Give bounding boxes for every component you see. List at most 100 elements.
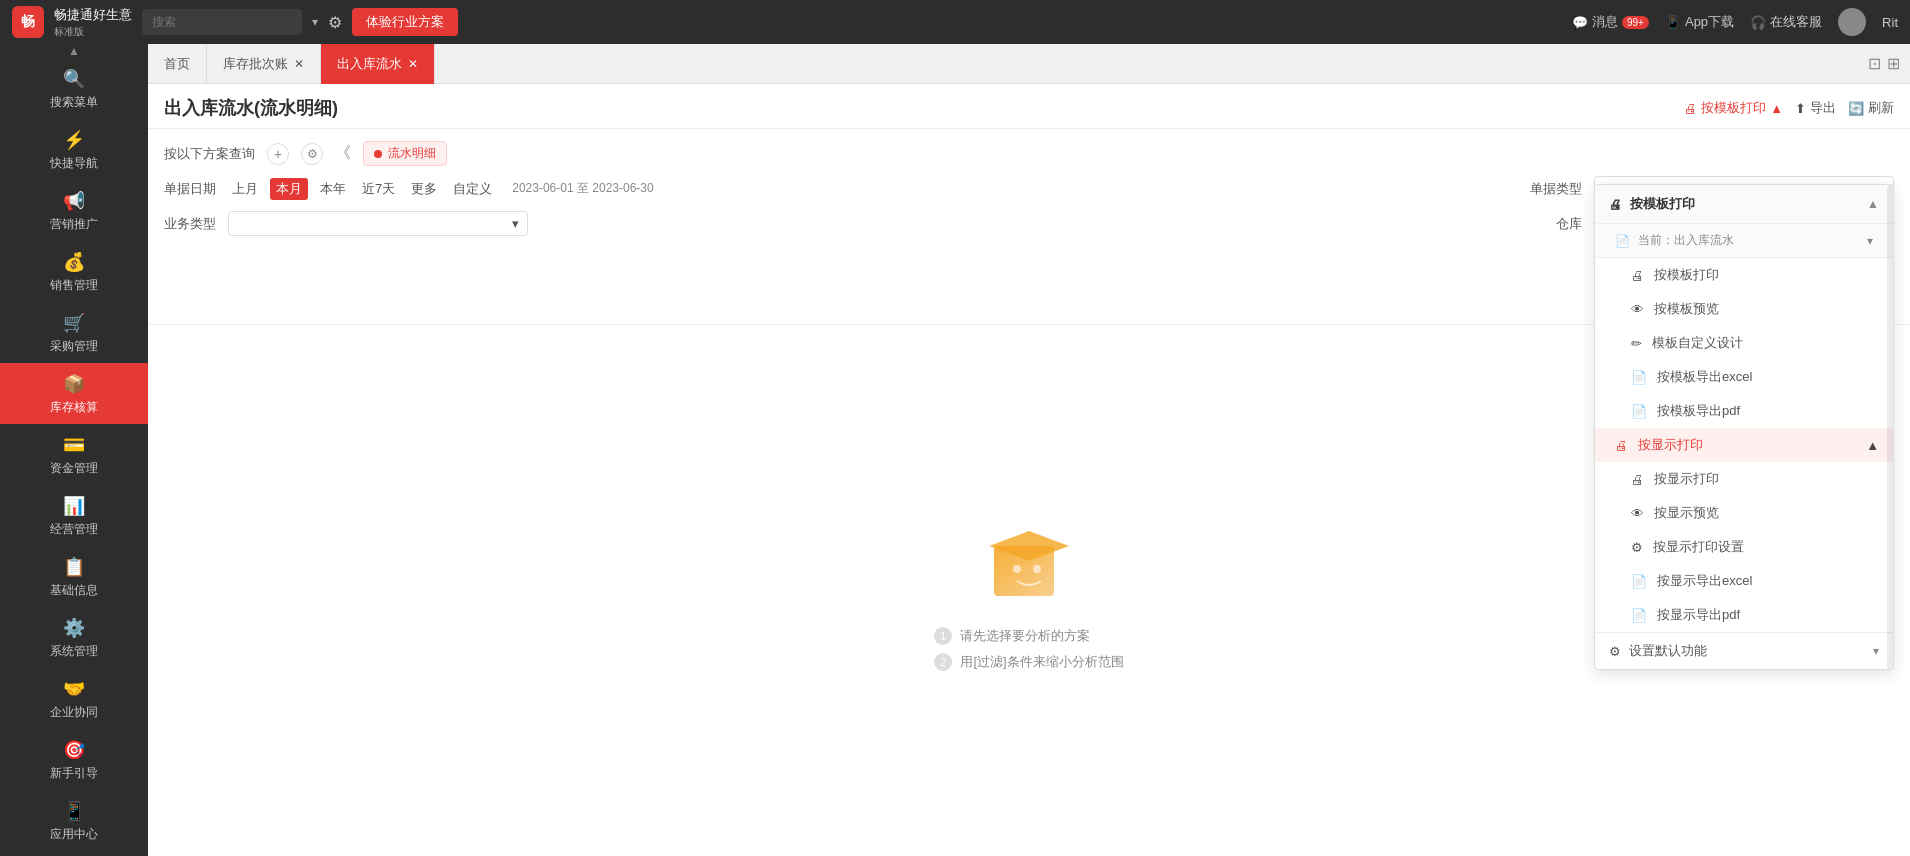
svg-point-1	[1013, 565, 1021, 573]
app-download-btn[interactable]: 📱 App下载	[1665, 13, 1734, 31]
dropdown-print-icon: 🖨	[1609, 197, 1622, 212]
online-service-btn[interactable]: 🎧 在线客服	[1750, 13, 1822, 31]
svg-point-2	[1033, 565, 1041, 573]
app-download-icon: 📱	[1665, 15, 1681, 30]
filter-row-1: 按以下方案查询 + ⚙ 《 流水明细	[164, 141, 1894, 166]
sidebar-item-marketing[interactable]: 📢 营销推广	[0, 180, 148, 241]
filter-settings-icon[interactable]: ⚙	[301, 143, 323, 165]
date-field-label: 单据日期	[164, 180, 216, 198]
filter-add-btn[interactable]: +	[267, 143, 289, 165]
settings-gear-icon[interactable]: ⚙	[328, 13, 342, 32]
inventory-icon: 📦	[63, 373, 85, 395]
tab-batch-account-close[interactable]: ✕	[294, 57, 304, 71]
message-icon: 💬	[1572, 15, 1588, 30]
sidebar-item-system[interactable]: ⚙️ 系统管理	[0, 607, 148, 668]
messages-label: 消息	[1592, 13, 1618, 31]
sidebar-item-finance[interactable]: 💳 资金管理	[0, 424, 148, 485]
tab-home[interactable]: 首页	[148, 44, 207, 84]
sidebar-scroll-up[interactable]: ▲	[0, 44, 148, 58]
filter-collapse-btn[interactable]: 《	[335, 143, 351, 164]
step-2-text: 用[过滤]条件来缩小分析范围	[960, 653, 1123, 671]
scrollbar[interactable]	[1887, 185, 1893, 669]
tab-inout-flow[interactable]: 出入库流水 ✕	[321, 44, 435, 84]
tab-batch-account-label: 库存批次账	[223, 55, 288, 73]
sidebar-item-guide[interactable]: 🎯 新手引导	[0, 729, 148, 790]
dropdown-template-preview[interactable]: 👁 按模板预览	[1595, 292, 1893, 326]
sidebar-item-wechat[interactable]: 💬 企业微信	[0, 851, 148, 856]
sidebar-label-finance: 资金管理	[50, 460, 98, 477]
sidebar-item-operations[interactable]: 📊 经营管理	[0, 485, 148, 546]
date-tab-more[interactable]: 更多	[407, 178, 441, 200]
print-icon: 🖨	[1684, 101, 1697, 116]
sidebar-item-enterprise[interactable]: 🤝 企业协同	[0, 668, 148, 729]
step-num-1: 1	[934, 627, 952, 645]
topbar-right: 💬 消息 99+ 📱 App下载 🎧 在线客服 Rit	[1572, 8, 1898, 36]
maximize-icon: ⊞	[1887, 54, 1900, 73]
template-export-pdf-label: 按模板导出pdf	[1657, 402, 1740, 420]
dropdown-footer[interactable]: ⚙ 设置默认功能 ▾	[1595, 632, 1893, 669]
operations-icon: 📊	[63, 495, 85, 517]
sidebar-item-basic[interactable]: 📋 基础信息	[0, 546, 148, 607]
dropdown-current: 📄 当前：出入库流水 ▾	[1595, 224, 1893, 258]
search-dropdown-icon[interactable]: ▾	[312, 15, 318, 29]
sidebar-item-quick-nav[interactable]: ⚡ 快捷导航	[0, 119, 148, 180]
sidebar-item-purchase[interactable]: 🛒 采购管理	[0, 302, 148, 363]
dropdown-display-export-pdf[interactable]: 📄 按显示导出pdf	[1595, 598, 1893, 632]
user-avatar[interactable]	[1838, 8, 1866, 36]
marketing-icon: 📢	[63, 190, 85, 212]
sidebar-label-apps: 应用中心	[50, 826, 98, 843]
sidebar-label-system: 系统管理	[50, 643, 98, 660]
dropdown-display-export-excel[interactable]: 📄 按显示导出excel	[1595, 564, 1893, 598]
empty-steps: 1 请先选择要分析的方案 2 用[过滤]条件来缩小分析范围	[934, 627, 1123, 671]
empty-step-1: 1 请先选择要分析的方案	[934, 627, 1123, 645]
sidebar-item-inventory[interactable]: 📦 库存核算	[0, 363, 148, 424]
date-tab-7days[interactable]: 近7天	[358, 178, 399, 200]
sidebar-item-search[interactable]: 🔍 搜索菜单	[0, 58, 148, 119]
display-section-arrow: ▲	[1866, 438, 1879, 453]
date-tab-last-month[interactable]: 上月	[228, 178, 262, 200]
dropdown-template-custom[interactable]: ✏ 模板自定义设计	[1595, 326, 1893, 360]
display-export-pdf-icon: 📄	[1631, 608, 1647, 623]
print-template-arrow: ▲	[1770, 101, 1783, 116]
tab-batch-account[interactable]: 库存批次账 ✕	[207, 44, 321, 84]
empty-step-2: 2 用[过滤]条件来缩小分析范围	[934, 653, 1123, 671]
empty-illustration	[979, 511, 1079, 611]
dropdown-template-print[interactable]: 🖨 按模板打印	[1595, 258, 1893, 292]
industry-btn[interactable]: 体验行业方案	[352, 8, 458, 36]
date-tab-this-month[interactable]: 本月	[270, 178, 308, 200]
dropdown-template-export-pdf[interactable]: 📄 按模板导出pdf	[1595, 394, 1893, 428]
date-tab-this-year[interactable]: 本年	[316, 178, 350, 200]
sidebar-item-apps[interactable]: 📱 应用中心	[0, 790, 148, 851]
refresh-btn[interactable]: 🔄 刷新	[1848, 99, 1894, 117]
dropdown-current-icon: 📄	[1615, 234, 1630, 248]
tab-bar: 首页 库存批次账 ✕ 出入库流水 ✕ ⊡ ⊞	[148, 44, 1910, 84]
template-export-pdf-icon: 📄	[1631, 404, 1647, 419]
dropdown-display-preview[interactable]: 👁 按显示预览	[1595, 496, 1893, 530]
dropdown-collapse-icon[interactable]: ▲	[1867, 197, 1879, 211]
tab-expand-btn[interactable]: ⊡ ⊞	[1858, 54, 1910, 73]
dropdown-template-export-excel[interactable]: 📄 按模板导出excel	[1595, 360, 1893, 394]
search-input[interactable]	[142, 9, 302, 35]
business-type-select[interactable]: ▾	[228, 211, 528, 236]
refresh-icon: 🔄	[1848, 101, 1864, 116]
export-btn[interactable]: ⬆ 导出	[1795, 99, 1836, 117]
page-header: 出入库流水(流水明细) 🖨 按模板打印 ▲ ⬆ 导出 🔄 刷新	[148, 84, 1910, 129]
date-tab-custom[interactable]: 自定义	[449, 178, 496, 200]
export-icon: ⬆	[1795, 101, 1806, 116]
dropdown-display-print-settings[interactable]: ⚙ 按显示打印设置	[1595, 530, 1893, 564]
messages-btn[interactable]: 💬 消息 99+	[1572, 13, 1649, 31]
display-section-icon: 🖨	[1615, 438, 1628, 453]
dropdown-display-section[interactable]: 🖨 按显示打印 ▲	[1595, 428, 1893, 462]
app-logo: 畅	[12, 6, 44, 38]
tab-inout-flow-close[interactable]: ✕	[408, 57, 418, 71]
print-template-btn[interactable]: 🖨 按模板打印 ▲	[1684, 99, 1783, 117]
sidebar-item-sales[interactable]: 💰 销售管理	[0, 241, 148, 302]
template-preview-icon: 👁	[1631, 302, 1644, 317]
dropdown-display-print[interactable]: 🖨 按显示打印	[1595, 462, 1893, 496]
template-custom-icon: ✏	[1631, 336, 1642, 351]
apps-icon: 📱	[63, 800, 85, 822]
chip-label: 流水明细	[388, 145, 436, 162]
sidebar: ▲ 🔍 搜索菜单 ⚡ 快捷导航 📢 营销推广 💰 销售管理 🛒 采购管理 📦 库…	[0, 44, 148, 856]
page-header-actions: 🖨 按模板打印 ▲ ⬆ 导出 🔄 刷新	[1684, 99, 1894, 117]
topbar: 畅 畅捷通好生意 标准版 ▾ ⚙ 体验行业方案 💬 消息 99+ 📱 App下载…	[0, 0, 1910, 44]
